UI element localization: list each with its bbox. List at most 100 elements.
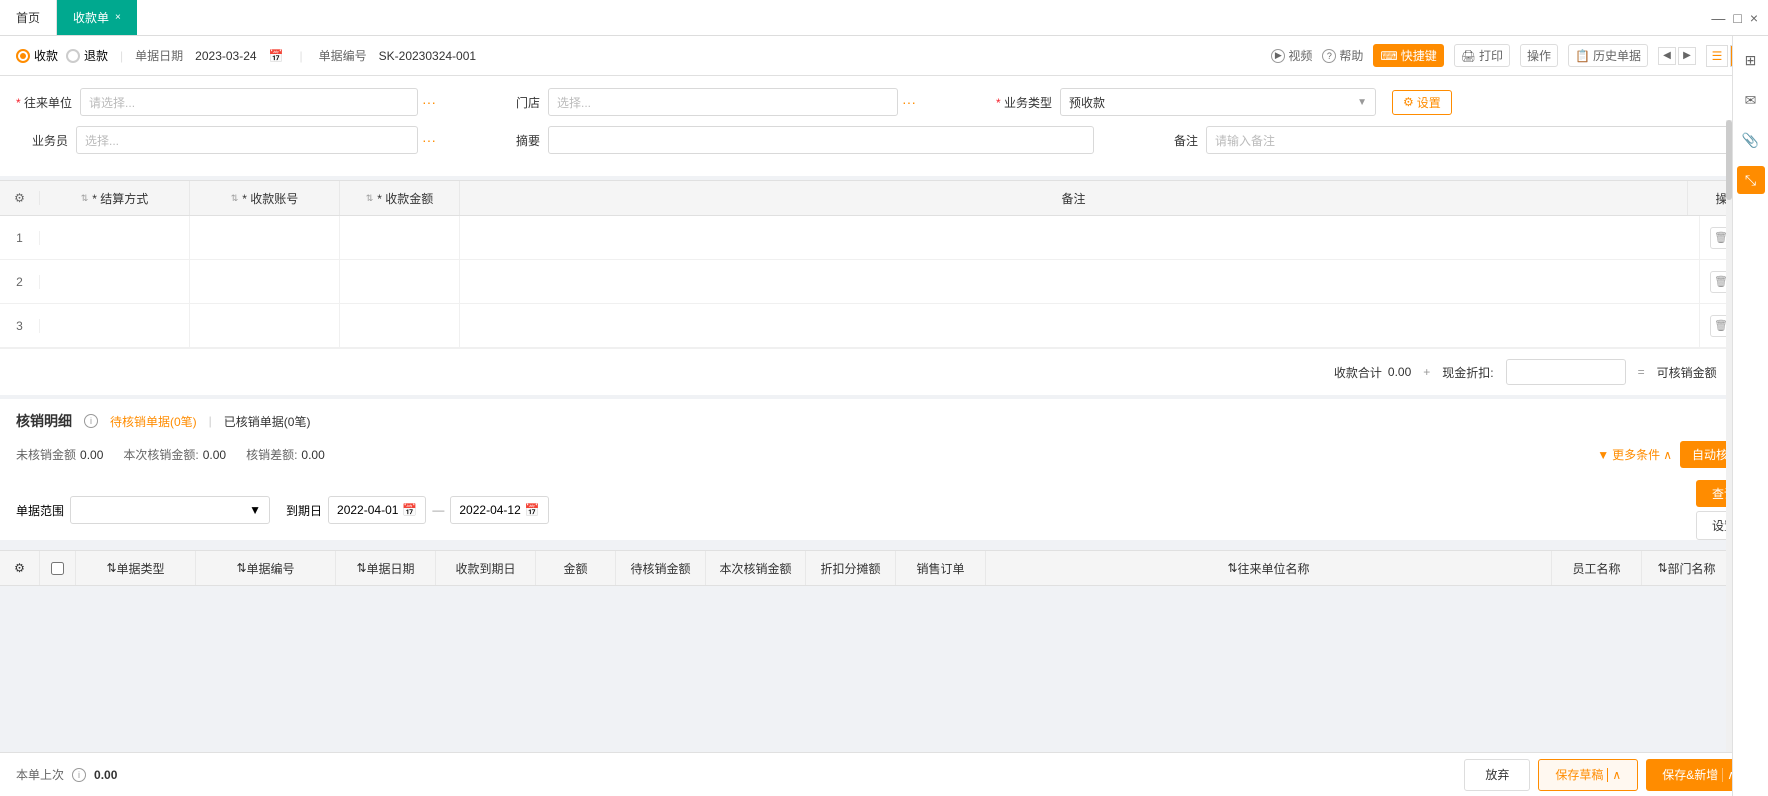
sidebar-expand-icon[interactable]: ⤡: [1737, 166, 1765, 194]
partner-more-btn[interactable]: ···: [422, 94, 436, 110]
pending-tab-link[interactable]: 待核销单据(0笔): [110, 413, 197, 430]
save-draft-dropdown-icon[interactable]: ∧: [1607, 768, 1621, 782]
window-min-icon[interactable]: —: [1711, 10, 1725, 26]
save-draft-button[interactable]: 保存草稿 ∧: [1538, 759, 1638, 791]
business-select[interactable]: 预收款 ▼: [1060, 88, 1376, 116]
toolbar: 收款 退款 | 单据日期 2023-03-24 📅 | 单据编号 SK-2023…: [0, 36, 1768, 76]
nuclear-info-icon[interactable]: i: [84, 414, 98, 428]
window-close-icon[interactable]: ×: [1750, 10, 1758, 26]
due-date-from-input[interactable]: 2022-04-01 📅: [328, 496, 426, 524]
sidebar-attachment-icon[interactable]: 📎: [1737, 126, 1765, 154]
more-conditions-btn[interactable]: ▼ 更多条件 ∧: [1597, 446, 1672, 463]
doc-range-select[interactable]: ▼: [70, 496, 270, 524]
row2-shouquan[interactable]: [190, 260, 340, 303]
select-all-checkbox[interactable]: [51, 562, 64, 575]
remark-placeholder: 请输入备注: [1215, 132, 1275, 149]
discount-label: 现金折扣:: [1442, 364, 1493, 381]
bth-checkbox[interactable]: [40, 551, 76, 585]
form-row-2: 业务员 选择... ··· 摘要 备注 请输入备注: [16, 126, 1752, 154]
settings-label: 设置: [1417, 94, 1441, 111]
nuclear-section: 核销明细 i 待核销单据(0笔) | 已核销单据(0笔) 未核销金额 0.00 …: [0, 399, 1768, 540]
summary-input[interactable]: [548, 126, 1094, 154]
operate-btn[interactable]: 操作: [1520, 44, 1558, 67]
receive-radio-circle: [16, 49, 30, 63]
shop-label: 门店: [516, 94, 548, 111]
row1-shouquan[interactable]: [190, 216, 340, 259]
footer-left: 本单上次 i 0.00: [16, 766, 117, 783]
shortcut-btn[interactable]: ⌨ 快捷键: [1373, 44, 1443, 67]
abandon-button[interactable]: 放弃: [1464, 759, 1530, 791]
due-date-label: 到期日: [286, 502, 322, 519]
partner-field: 往来单位 请选择... ···: [16, 88, 436, 116]
row-num-3: 3: [0, 319, 40, 333]
settings-gear-icon: ⚙: [1403, 95, 1414, 109]
row1-beizhu[interactable]: [460, 216, 1700, 259]
tab-home[interactable]: 首页: [0, 0, 57, 35]
staff-more-btn[interactable]: ···: [422, 132, 436, 148]
nuclear-tab-separator: |: [209, 414, 212, 428]
bth-partner-name: ⇅ 往来单位名称: [986, 551, 1552, 585]
tab-receipt[interactable]: 收款单 ×: [57, 0, 137, 35]
list-view-btn[interactable]: ☰: [1706, 45, 1728, 67]
bth-doc-type: ⇅ 单据类型: [76, 551, 196, 585]
sidebar-mail-icon[interactable]: ✉: [1737, 86, 1765, 114]
bth-doc-num: ⇅ 单据编号: [196, 551, 336, 585]
row3-shouquan[interactable]: [190, 304, 340, 347]
print-label: 打印: [1479, 47, 1503, 64]
current-value: 0.00: [203, 448, 226, 462]
staff-input[interactable]: 选择...: [76, 126, 418, 154]
history-icon: 📋: [1575, 49, 1590, 63]
done-tab-link[interactable]: 已核销单据(0笔): [224, 413, 311, 430]
nav-prev-icon[interactable]: ◀: [1658, 47, 1676, 65]
settings-button[interactable]: ⚙ 设置: [1392, 90, 1452, 115]
table-settings-icon[interactable]: ⚙: [0, 191, 40, 205]
due-date-from-value: 2022-04-01: [337, 503, 398, 517]
th-beizhu-label: 备注: [1061, 190, 1085, 207]
discount-input[interactable]: [1506, 359, 1626, 385]
shop-input[interactable]: 选择...: [548, 88, 898, 116]
sidebar-table-icon[interactable]: ⊞: [1737, 46, 1765, 74]
table-row: 3 🗑 ⧉: [0, 304, 1768, 348]
receive-radio[interactable]: 收款: [16, 47, 58, 64]
history-label: 历史单据: [1593, 47, 1641, 64]
bth-settings[interactable]: ⚙: [0, 551, 40, 585]
window-controls: — □ ×: [1711, 10, 1768, 26]
video-icon: ▶: [1271, 49, 1285, 63]
calendar-icon[interactable]: 📅: [269, 49, 284, 63]
row3-jine[interactable]: [340, 304, 460, 347]
total-value: 0.00: [1388, 365, 1411, 379]
business-label: 业务类型: [996, 94, 1060, 111]
nav-next-icon[interactable]: ▶: [1678, 47, 1696, 65]
help-btn[interactable]: ? 帮助: [1322, 47, 1363, 64]
save-new-label: 保存&新增: [1662, 766, 1718, 783]
carry-info-icon[interactable]: i: [72, 768, 86, 782]
receive-label: 收款: [34, 47, 58, 64]
nuclear-filter-row: 单据范围 ▼ 到期日 2022-04-01 📅 — 2022-04-12 📅 查…: [16, 480, 1752, 540]
row2-jiesuan[interactable]: [40, 260, 190, 303]
print-btn[interactable]: 🖨 打印: [1454, 44, 1510, 67]
tab-home-label: 首页: [16, 9, 40, 26]
due-date-to-input[interactable]: 2022-04-12 📅: [450, 496, 548, 524]
partner-input[interactable]: 请选择...: [80, 88, 418, 116]
refund-radio[interactable]: 退款: [66, 47, 108, 64]
row2-beizhu[interactable]: [460, 260, 1700, 303]
bth-pending: 待核销金额: [616, 551, 706, 585]
video-btn[interactable]: ▶ 视频: [1271, 47, 1312, 64]
row1-jiesuan[interactable]: [40, 216, 190, 259]
window-max-icon[interactable]: □: [1733, 10, 1741, 26]
shop-more-btn[interactable]: ···: [902, 94, 916, 110]
row3-beizhu[interactable]: [460, 304, 1700, 347]
bth-dept-name: ⇅ 部门名称: [1642, 551, 1732, 585]
operate-label: 操作: [1527, 47, 1551, 64]
remark-input[interactable]: 请输入备注: [1206, 126, 1752, 154]
print-icon: 🖨: [1461, 49, 1476, 63]
row2-jine[interactable]: [340, 260, 460, 303]
tab-close-icon[interactable]: ×: [115, 12, 121, 23]
history-btn[interactable]: 📋 历史单据: [1568, 44, 1648, 67]
total-label: 收款合计 0.00: [1334, 364, 1411, 381]
shop-field: 门店 选择... ···: [516, 88, 916, 116]
row3-jiesuan[interactable]: [40, 304, 190, 347]
calendar-from-icon: 📅: [402, 503, 417, 517]
row1-jine[interactable]: [340, 216, 460, 259]
date-field-value[interactable]: 2023-03-24: [195, 49, 256, 63]
